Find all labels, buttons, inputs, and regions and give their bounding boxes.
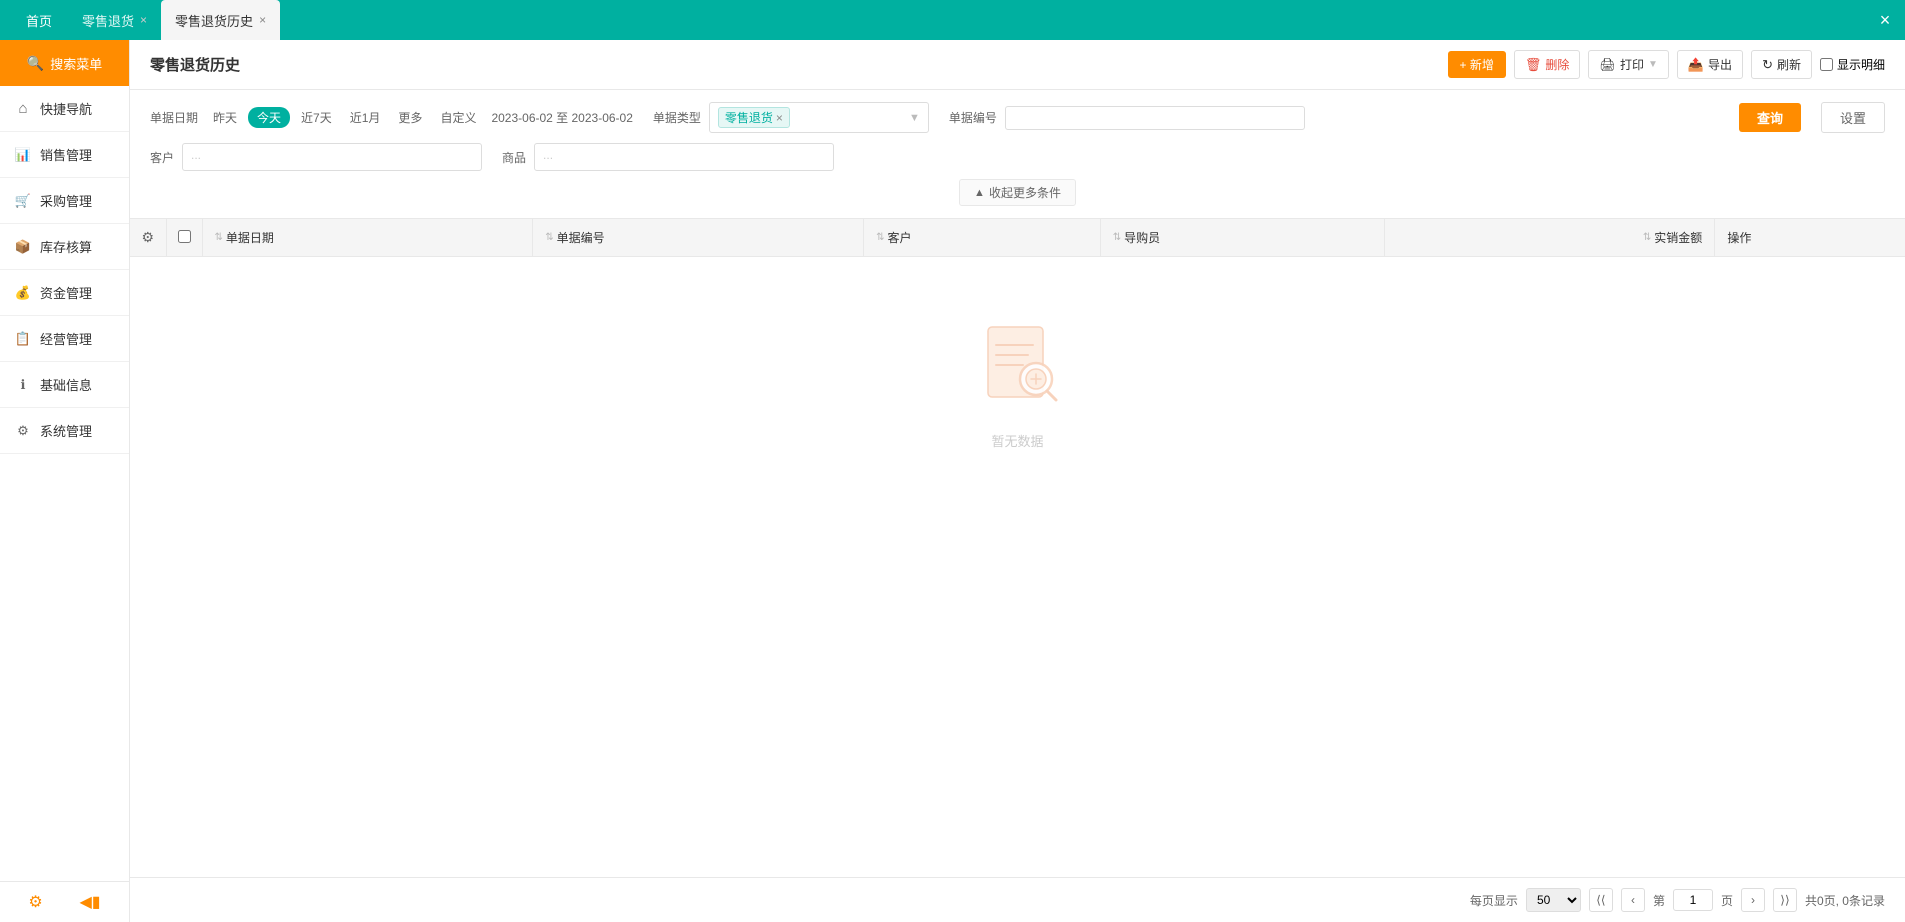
type-tag-remove[interactable]: ×: [776, 111, 783, 125]
type-label: 单据类型: [653, 109, 701, 126]
sidebar-item-inventory[interactable]: 📦 库存核算: [0, 224, 129, 270]
manage-icon: 📋: [14, 330, 32, 348]
prev-page-btn[interactable]: ‹: [1621, 888, 1645, 912]
settings-button[interactable]: 设置: [1821, 102, 1885, 133]
sidebar-item-operation[interactable]: 📋 经营管理: [0, 316, 129, 362]
th-number-sort-icon: ⇅: [545, 232, 553, 243]
first-page-btn[interactable]: ⟨⟨: [1589, 888, 1613, 912]
date-btn-custom[interactable]: 自定义: [433, 106, 483, 129]
date-range: 2023-06-02 至 2023-06-02: [491, 109, 632, 126]
empty-illustration: [968, 317, 1068, 417]
date-btn-1month[interactable]: 近1月: [343, 106, 388, 129]
sidebar-item-sales[interactable]: 📊 销售管理: [0, 132, 129, 178]
display-detail-checkbox-area[interactable]: 显示明细: [1820, 56, 1885, 73]
type-tag: 零售退货 ×: [718, 107, 790, 128]
refresh-button[interactable]: ↻ 刷新: [1751, 50, 1812, 79]
system-icon: ⚙: [14, 422, 32, 440]
sidebar-search[interactable]: 🔍 搜索菜单: [0, 40, 129, 86]
collapse-button[interactable]: ▲ 收起更多条件: [959, 179, 1076, 206]
per-page-label: 每页显示: [1470, 892, 1518, 909]
date-btn-yesterday[interactable]: 昨天: [206, 106, 244, 129]
tab-history-close[interactable]: ×: [259, 13, 266, 27]
chart-icon: 📊: [14, 146, 32, 164]
page-label: 第: [1653, 892, 1665, 909]
sidebar-item-base-info[interactable]: ℹ 基础信息: [0, 362, 129, 408]
settings-footer-icon[interactable]: ⚙: [28, 892, 42, 912]
home-icon: ⌂: [14, 100, 32, 118]
th-amount-sort-icon: ⇅: [1643, 232, 1651, 243]
number-input[interactable]: [1005, 106, 1305, 130]
goods-label: 商品: [502, 149, 526, 166]
sidebar-item-purchase[interactable]: 🛒 采购管理: [0, 178, 129, 224]
th-customer[interactable]: ⇅ 客户: [864, 219, 1101, 257]
date-label: 单据日期: [150, 109, 198, 126]
delete-button[interactable]: 🗑 删除: [1514, 50, 1581, 79]
print-dropdown-icon: ▼: [1648, 59, 1658, 70]
number-label: 单据编号: [949, 109, 997, 126]
th-guide-sort-icon: ⇅: [1113, 232, 1121, 243]
customer-label: 客户: [150, 149, 174, 166]
th-date-sort-icon: ⇅: [215, 232, 223, 243]
th-date[interactable]: ⇅ 单据日期: [202, 219, 533, 257]
customer-input[interactable]: ...: [182, 143, 482, 171]
th-gear[interactable]: ⚙: [130, 219, 166, 257]
total-info: 共0页, 0条记录: [1805, 892, 1885, 909]
collapse-up-icon: ▲: [974, 187, 985, 199]
print-icon: 🖨: [1599, 57, 1616, 73]
tab-retail-return-close[interactable]: ×: [140, 13, 147, 27]
page-title: 零售退货历史: [150, 54, 240, 75]
sidebar-item-quick-nav[interactable]: ⌂ 快捷导航: [0, 86, 129, 132]
print-button[interactable]: 🖨 打印 ▼: [1588, 50, 1668, 79]
export-button[interactable]: 📤 导出: [1677, 50, 1743, 79]
type-select[interactable]: 零售退货 × ▼: [709, 102, 929, 133]
new-button[interactable]: + 新增: [1448, 51, 1506, 78]
sidebar-item-system[interactable]: ⚙ 系统管理: [0, 408, 129, 454]
display-detail-checkbox[interactable]: [1820, 58, 1833, 71]
page-input[interactable]: [1673, 889, 1713, 911]
audio-footer-icon[interactable]: ◀▮: [79, 892, 100, 912]
window-close-button[interactable]: ×: [1865, 0, 1905, 40]
delete-icon: 🗑: [1525, 57, 1542, 73]
empty-text: 暂无数据: [991, 431, 1043, 450]
tab-retail-return[interactable]: 零售退货 ×: [68, 0, 161, 40]
th-checkbox-all[interactable]: [166, 219, 202, 257]
warehouse-icon: 📦: [14, 238, 32, 256]
refresh-icon: ↻: [1762, 57, 1773, 73]
search-icon: 🔍: [27, 55, 44, 72]
th-number[interactable]: ⇅ 单据编号: [533, 219, 864, 257]
empty-state: 暂无数据: [130, 317, 1905, 450]
sidebar-item-finance[interactable]: 💰 资金管理: [0, 270, 129, 316]
th-customer-sort-icon: ⇅: [876, 232, 884, 243]
info-icon: ℹ: [14, 376, 32, 394]
query-button[interactable]: 查询: [1739, 103, 1801, 132]
goods-input[interactable]: ...: [534, 143, 834, 171]
tab-retail-return-history[interactable]: 零售退货历史 ×: [161, 0, 280, 40]
export-icon: 📤: [1688, 57, 1704, 73]
date-btn-7days[interactable]: 近7天: [294, 106, 339, 129]
th-amount[interactable]: ⇅ 实销金额: [1384, 219, 1715, 257]
th-action: 操作: [1715, 219, 1905, 257]
cart-icon: 🛒: [14, 192, 32, 210]
per-page-select[interactable]: 10 20 50 100: [1526, 888, 1581, 912]
money-icon: 💰: [14, 284, 32, 302]
tab-home[interactable]: 首页: [10, 0, 68, 40]
next-page-btn[interactable]: ›: [1741, 888, 1765, 912]
type-select-dropdown-icon: ▼: [909, 112, 920, 124]
last-page-btn[interactable]: ⟩⟩: [1773, 888, 1797, 912]
date-btn-more[interactable]: 更多: [391, 106, 429, 129]
th-guide[interactable]: ⇅ 导购员: [1100, 219, 1384, 257]
page-unit: 页: [1721, 892, 1733, 909]
date-btn-today[interactable]: 今天: [248, 107, 290, 128]
